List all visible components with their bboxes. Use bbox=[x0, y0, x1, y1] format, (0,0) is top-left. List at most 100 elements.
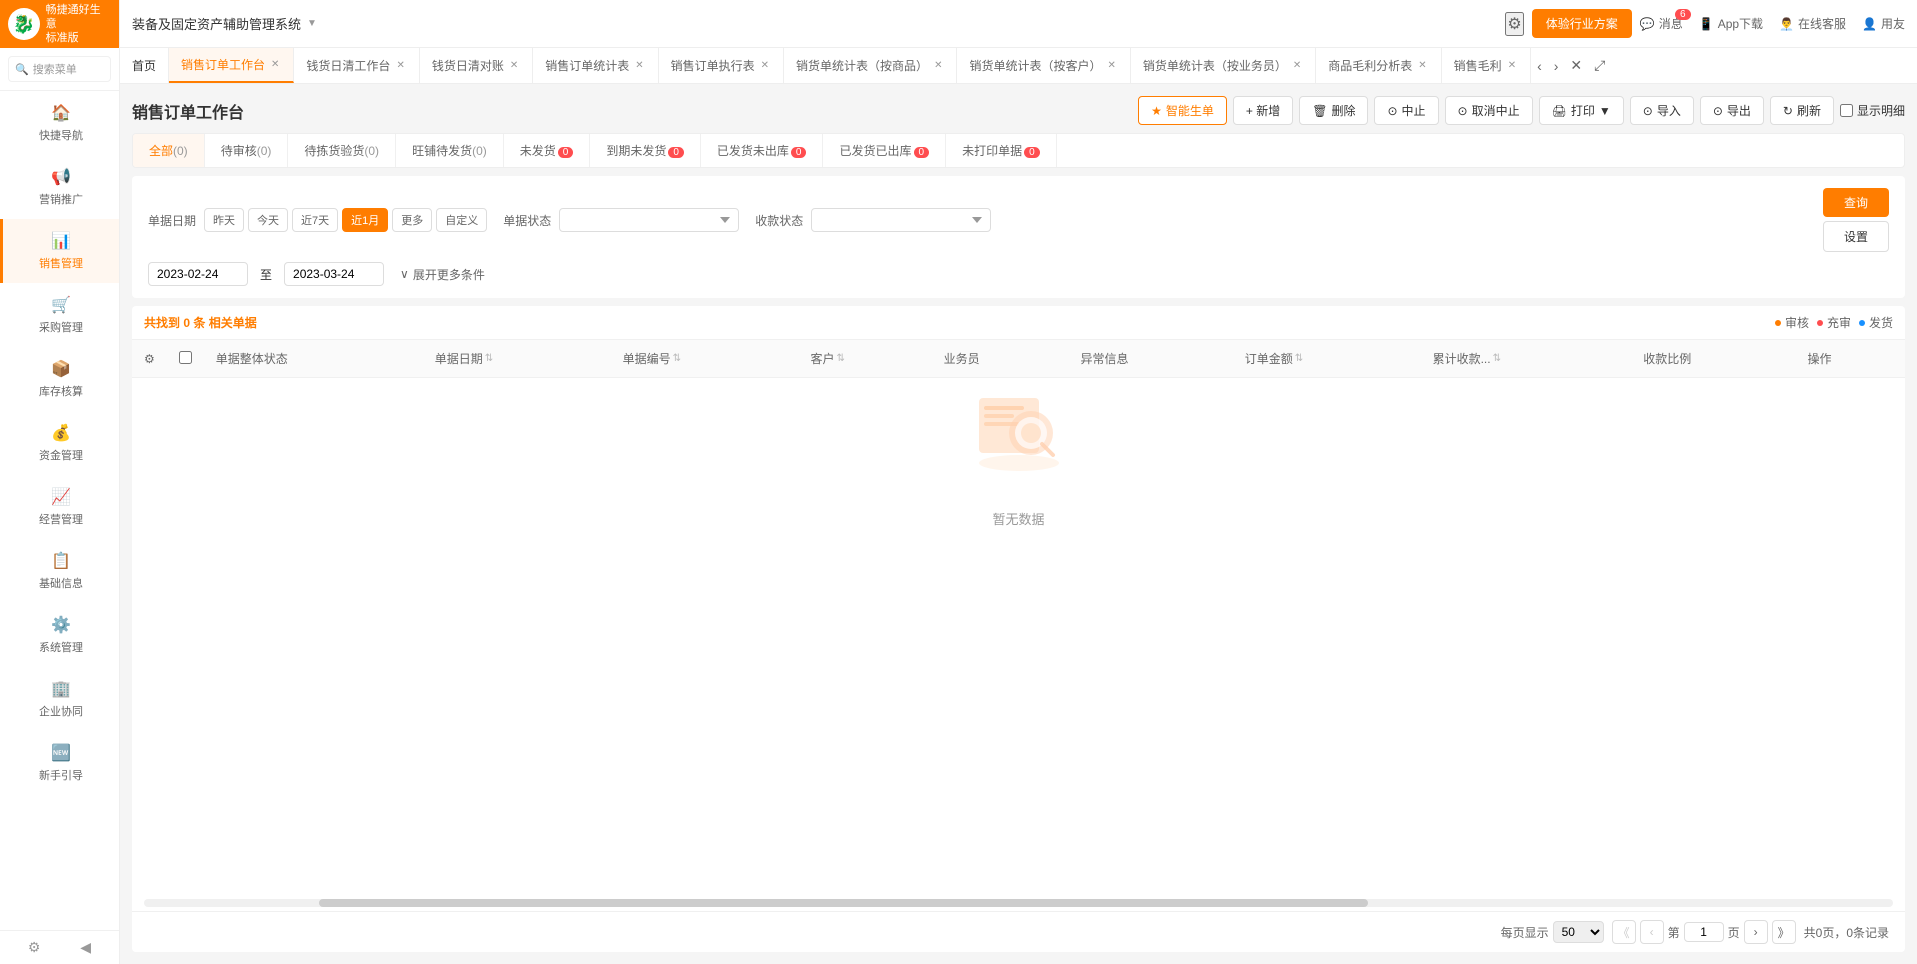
tab-close-cash-clearing[interactable]: ✕ bbox=[394, 58, 406, 73]
status-select[interactable] bbox=[559, 208, 739, 232]
tab-cash-reconcile[interactable]: 钱货日清对账 ✕ bbox=[420, 48, 533, 83]
date-custom-btn[interactable]: 自定义 bbox=[436, 208, 487, 232]
th-number[interactable]: 单据编号 ⇅ bbox=[611, 340, 799, 378]
sidebar-item-basic[interactable]: 📋 基础信息 bbox=[0, 539, 119, 603]
last-page-button[interactable]: 》 bbox=[1772, 920, 1796, 944]
sidebar-item-inventory[interactable]: 📦 库存核算 bbox=[0, 347, 119, 411]
tab-sales-stat[interactable]: 销售订单统计表 ✕ bbox=[533, 48, 658, 83]
tab-sales-profit[interactable]: 销售毛利 ✕ bbox=[1442, 48, 1531, 83]
tab-close-sales-stat-product[interactable]: ✕ bbox=[932, 58, 944, 73]
tab-close-sales-stat-staff[interactable]: ✕ bbox=[1291, 58, 1303, 73]
sidebar-item-guide[interactable]: 🆕 新手引导 bbox=[0, 731, 119, 795]
date-to-input[interactable] bbox=[284, 262, 384, 286]
tab-close-product-margin[interactable]: ✕ bbox=[1416, 58, 1428, 73]
tab-close-sales-stat-customer[interactable]: ✕ bbox=[1105, 58, 1117, 73]
filter-tab-not-printed[interactable]: 未打印单据0 bbox=[946, 134, 1057, 167]
page-size-select[interactable]: 50 10 20 100 bbox=[1553, 921, 1604, 943]
filter-tab-wangpu[interactable]: 旺铺待发货(0) bbox=[396, 134, 504, 167]
refresh-button[interactable]: ↻ 刷新 bbox=[1770, 96, 1834, 125]
online-service-button[interactable]: 👨‍💼 在线客服 bbox=[1779, 15, 1846, 32]
select-all-checkbox[interactable] bbox=[179, 351, 192, 364]
app-download-button[interactable]: 📱 App下载 bbox=[1699, 15, 1763, 32]
filter-tab-pending-review[interactable]: 待审核(0) bbox=[205, 134, 289, 167]
filter-tab-shipped-out[interactable]: 已发货已出库0 bbox=[823, 134, 946, 167]
filter-tab-all[interactable]: 全部(0) bbox=[133, 134, 205, 167]
payment-select[interactable] bbox=[811, 208, 991, 232]
sidebar-item-purchase[interactable]: 🛒 采购管理 bbox=[0, 283, 119, 347]
date-from-input[interactable] bbox=[148, 262, 248, 286]
expand-conditions-button[interactable]: ∨ 展开更多条件 bbox=[400, 266, 485, 283]
add-button[interactable]: + 新增 bbox=[1233, 96, 1293, 125]
show-detail-checkbox[interactable] bbox=[1840, 104, 1853, 117]
tab-close-sales-profit[interactable]: ✕ bbox=[1506, 58, 1518, 73]
ship-action-button[interactable]: 发货 bbox=[1859, 314, 1893, 331]
filter-tab-shipped-not-out[interactable]: 已发货未出库0 bbox=[701, 134, 824, 167]
date-7days-btn[interactable]: 近7天 bbox=[292, 208, 338, 232]
page-number-input[interactable] bbox=[1684, 922, 1724, 942]
tab-close-sales-exec[interactable]: ✕ bbox=[759, 58, 771, 73]
scrollbar-thumb[interactable] bbox=[319, 899, 1368, 907]
date-today-btn[interactable]: 今天 bbox=[248, 208, 288, 232]
tabbar-close-all-button[interactable]: ✕ bbox=[1564, 48, 1588, 83]
finance-icon: 💰 bbox=[51, 423, 71, 443]
date-more-btn[interactable]: 更多 bbox=[392, 208, 432, 232]
cancel-review-action-button[interactable]: 充审 bbox=[1817, 314, 1851, 331]
tab-sales-stat-staff[interactable]: 销货单统计表（按业务员） ✕ bbox=[1131, 48, 1316, 83]
sidebar-item-marketing[interactable]: 📢 营销推广 bbox=[0, 155, 119, 219]
th-date[interactable]: 单据日期 ⇅ bbox=[423, 340, 611, 378]
tabbar-next-button[interactable]: › bbox=[1548, 48, 1565, 83]
print-button[interactable]: 🖨 打印 ▼ bbox=[1539, 96, 1624, 125]
filter-tab-pending-inspect[interactable]: 待拣货验货(0) bbox=[288, 134, 396, 167]
export-button[interactable]: ⊙ 导出 bbox=[1700, 96, 1764, 125]
tab-product-margin[interactable]: 商品毛利分析表 ✕ bbox=[1316, 48, 1441, 83]
tab-sales-workbench[interactable]: 销售订单工作台 ✕ bbox=[169, 48, 294, 83]
query-button[interactable]: 查询 bbox=[1823, 188, 1889, 217]
message-button[interactable]: 💬 消息 6 bbox=[1640, 15, 1683, 32]
smart-order-button[interactable]: ★ 智能生单 bbox=[1138, 96, 1227, 125]
sidebar-item-finance[interactable]: 💰 资金管理 bbox=[0, 411, 119, 475]
tab-cash-clearing[interactable]: 钱货日清工作台 ✕ bbox=[294, 48, 419, 83]
next-page-button[interactable]: › bbox=[1744, 920, 1768, 944]
tabbar-prev-button[interactable]: ‹ bbox=[1531, 48, 1548, 83]
sidebar-item-nav[interactable]: 🏠 快捷导航 bbox=[0, 91, 119, 155]
sidebar-item-sales[interactable]: 📊 销售管理 bbox=[0, 219, 119, 283]
search-menu-button[interactable]: 🔍 搜索菜单 bbox=[8, 56, 111, 82]
tab-sales-stat-product[interactable]: 销货单统计表（按商品） ✕ bbox=[784, 48, 957, 83]
show-detail-toggle[interactable]: 显示明细 bbox=[1840, 102, 1905, 119]
tab-close-cash-reconcile[interactable]: ✕ bbox=[508, 58, 520, 73]
user-button[interactable]: 👤 用友 bbox=[1862, 15, 1905, 32]
filter-tab-overdue-not-shipped[interactable]: 到期未发货0 bbox=[590, 134, 701, 167]
topbar-settings-button[interactable]: ⚙ bbox=[1505, 12, 1523, 36]
tab-sales-exec[interactable]: 销售订单执行表 ✕ bbox=[659, 48, 784, 83]
th-amount[interactable]: 订单金额 ⇅ bbox=[1233, 340, 1421, 378]
setting-button[interactable]: 设置 bbox=[1823, 221, 1889, 252]
review-action-button[interactable]: 审核 bbox=[1775, 314, 1809, 331]
sidebar-item-system[interactable]: ⚙️ 系统管理 bbox=[0, 603, 119, 667]
settings-bottom-button[interactable]: ⚙ bbox=[28, 939, 41, 956]
delete-button[interactable]: 🗑 删除 bbox=[1299, 96, 1368, 125]
column-settings-icon[interactable]: ⚙ bbox=[144, 352, 155, 366]
prev-page-button[interactable]: ‹ bbox=[1640, 920, 1664, 944]
filter-tab-not-shipped[interactable]: 未发货0 bbox=[504, 134, 591, 167]
search-buttons: 查询 设置 bbox=[1823, 188, 1889, 252]
sidebar-item-operations[interactable]: 📈 经营管理 bbox=[0, 475, 119, 539]
th-collected[interactable]: 累计收款... ⇅ bbox=[1421, 340, 1632, 378]
date-1month-btn[interactable]: 近1月 bbox=[342, 208, 388, 232]
tab-home[interactable]: 首页 bbox=[120, 48, 169, 83]
collapse-button[interactable]: ◀ bbox=[80, 939, 91, 956]
tab-close-sales-stat[interactable]: ✕ bbox=[633, 58, 645, 73]
import-button[interactable]: ⊙ 导入 bbox=[1630, 96, 1694, 125]
tabbar-maximize-button[interactable]: ⤢ bbox=[1588, 48, 1611, 83]
date-yesterday-btn[interactable]: 昨天 bbox=[204, 208, 244, 232]
th-customer[interactable]: 客户 ⇅ bbox=[798, 340, 931, 378]
horizontal-scrollbar[interactable] bbox=[144, 899, 1893, 907]
tab-sales-stat-customer[interactable]: 销货单统计表（按客户） ✕ bbox=[957, 48, 1130, 83]
date-range: 昨天 今天 近7天 近1月 更多 自定义 bbox=[204, 208, 487, 232]
experience-button[interactable]: 体验行业方案 bbox=[1532, 9, 1632, 38]
tab-close-sales-workbench[interactable]: ✕ bbox=[269, 57, 281, 72]
sidebar-item-corp[interactable]: 🏢 企业协同 bbox=[0, 667, 119, 731]
first-page-button[interactable]: 《 bbox=[1612, 920, 1636, 944]
cancel-suspend-button[interactable]: ⊙ 取消中止 bbox=[1445, 96, 1533, 125]
suspend-button[interactable]: ⊙ 中止 bbox=[1374, 96, 1438, 125]
topbar-system-title: 装备及固定资产辅助管理系统 bbox=[132, 14, 301, 33]
